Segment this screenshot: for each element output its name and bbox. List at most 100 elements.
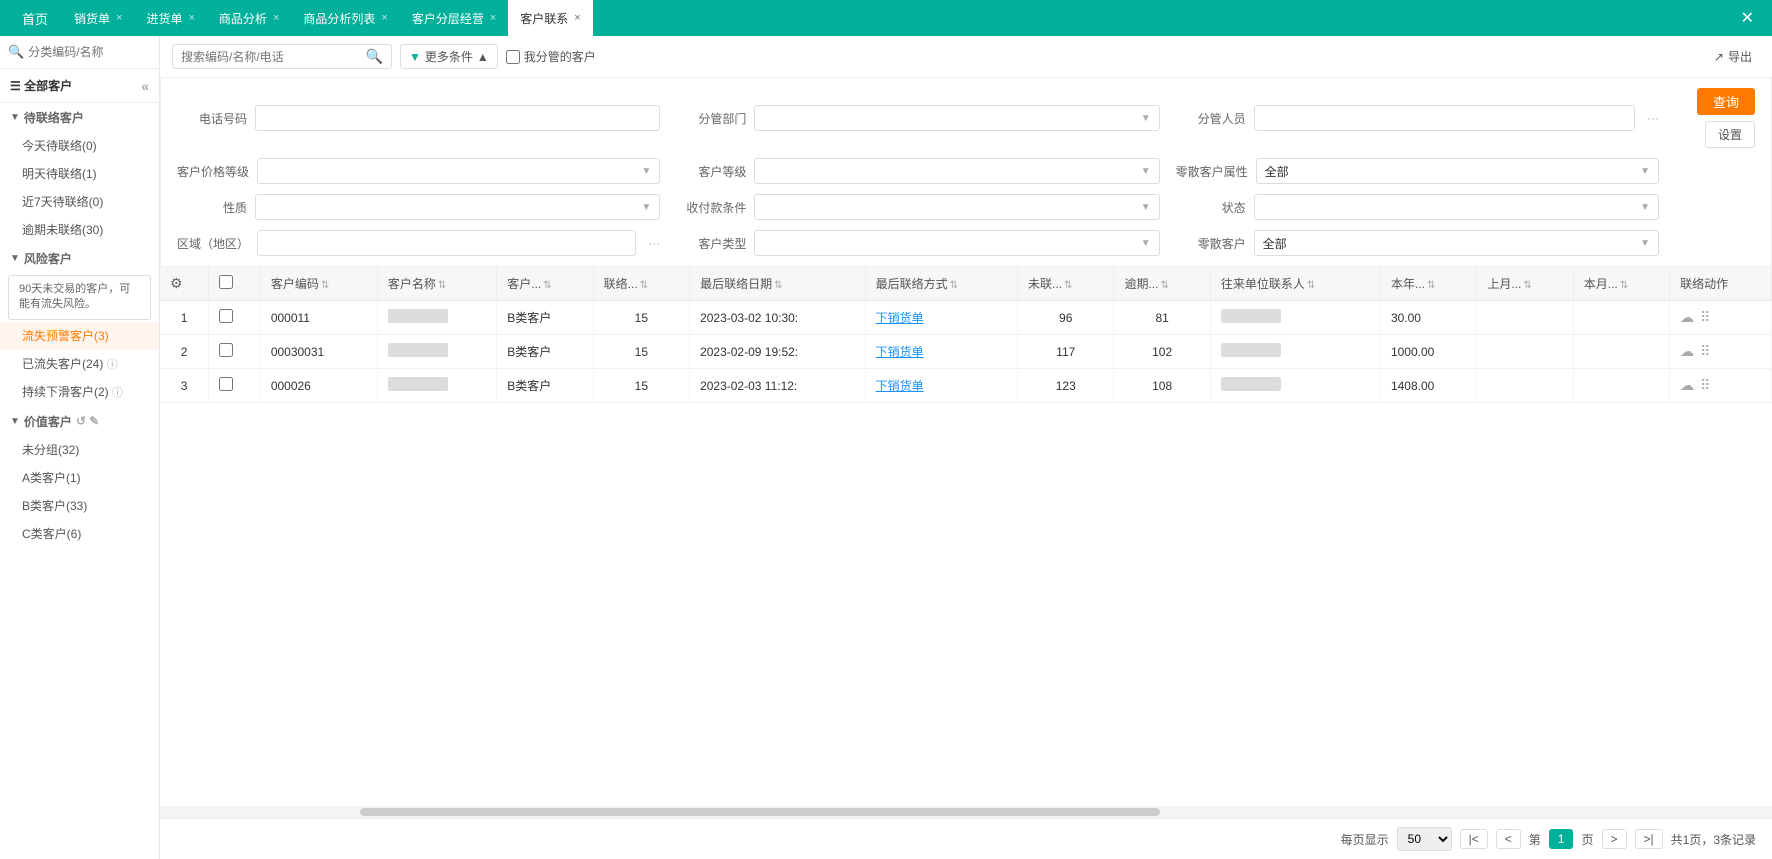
sort-icon[interactable]: ⇅ (543, 280, 551, 291)
chevron-down-icon: ▼ (1141, 113, 1151, 124)
sort-icon[interactable]: ⇅ (1427, 280, 1435, 291)
more-icon[interactable]: ··· (648, 236, 660, 250)
cell-last-method[interactable]: 下销货单 (865, 301, 1017, 335)
settings-icon[interactable]: ⚙ (170, 275, 183, 291)
close-all-button[interactable]: ✕ (1731, 8, 1764, 28)
sidebar-item-today-pending[interactable]: 今天待联络(0) (0, 132, 159, 160)
last-page-button[interactable]: >| (1635, 829, 1663, 849)
sidebar-item-declining[interactable]: 持续下滑客户(2) ⓘ (0, 378, 159, 407)
scrollbar-thumb[interactable] (360, 808, 1160, 816)
sidebar-item-tomorrow-pending[interactable]: 明天待联络(1) (0, 160, 159, 188)
sidebar-item-overdue-pending[interactable]: 逾期未联络(30) (0, 216, 159, 244)
sort-icon[interactable]: ⇅ (1620, 280, 1628, 291)
nav-home[interactable]: 首页 (8, 9, 62, 28)
filter-field-region: 区域（地区） ··· (177, 230, 660, 256)
my-customer-checkbox-area[interactable]: 我分管的客户 (506, 48, 596, 65)
settings-button[interactable]: 设置 (1705, 121, 1755, 148)
sort-icon[interactable]: ⇅ (1307, 280, 1315, 291)
query-button[interactable]: 查询 (1697, 88, 1755, 115)
nav-tab-product-analysis[interactable]: 商品分析 × (207, 0, 291, 36)
contact-action-icon[interactable]: ☁ (1680, 309, 1694, 326)
nav-tab-customer-layering[interactable]: 客户分层经营 × (400, 0, 508, 36)
current-page-button[interactable]: 1 (1549, 829, 1574, 849)
nav-tab-purchase[interactable]: 进货单 × (134, 0, 206, 36)
nav-tab-sales[interactable]: 销货单 × (62, 0, 134, 36)
th-last-method: 最后联络方式⇅ (865, 267, 1017, 301)
filter-field-scatter-customer: 零散客户 全部▼ (1176, 230, 1659, 256)
filter-scatter-customer-select[interactable]: 全部▼ (1254, 230, 1659, 256)
cell-contact-count: 15 (593, 335, 689, 369)
sidebar-all-customers[interactable]: ☰ 全部客户 « (0, 69, 159, 103)
cell-last-method[interactable]: 下销货单 (865, 369, 1017, 403)
filter-nature-select[interactable]: ▼ (255, 194, 660, 220)
filter-person-input[interactable] (1254, 105, 1635, 131)
cell-no-contact: 96 (1018, 301, 1114, 335)
sort-icon[interactable]: ⇅ (1523, 280, 1531, 291)
contact-action-icon[interactable]: ☁ (1680, 343, 1694, 360)
more-action-icon[interactable]: ⠿ (1700, 343, 1710, 360)
per-page-select[interactable]: 50 100 (1397, 827, 1452, 851)
sort-icon[interactable]: ⇅ (950, 280, 958, 291)
sort-icon[interactable]: ⇅ (774, 280, 782, 291)
row-checkbox[interactable] (219, 343, 233, 357)
filter-region-input[interactable] (257, 230, 636, 256)
contact-action-icon[interactable]: ☁ (1680, 377, 1694, 394)
filter-status-select[interactable]: ▼ (1254, 194, 1659, 220)
nav-tab-customer-contact[interactable]: 客户联系 × (508, 0, 592, 36)
prev-page-button[interactable]: < (1496, 829, 1521, 849)
close-icon: × (188, 12, 194, 24)
sort-icon[interactable]: ⇅ (640, 280, 648, 291)
filter-phone-input[interactable] (255, 105, 660, 131)
sort-icon[interactable]: ⇅ (1160, 280, 1168, 291)
horizontal-scrollbar[interactable] (160, 806, 1772, 818)
filter-dept-select[interactable]: ▼ (754, 105, 1159, 131)
filter-payment-select[interactable]: ▼ (754, 194, 1159, 220)
cell-overdue: 108 (1114, 369, 1210, 403)
filter-customer-type-select[interactable]: ▼ (754, 230, 1159, 256)
next-page-button[interactable]: > (1602, 829, 1627, 849)
cell-type: B类客户 (497, 369, 593, 403)
sidebar-item-class-a[interactable]: A类客户(1) (0, 464, 159, 492)
sidebar-section-risk[interactable]: ▼ 风险客户 (0, 244, 159, 273)
sidebar-section-pending[interactable]: ▼ 待联络客户 (0, 103, 159, 132)
cell-last-method[interactable]: 下销货单 (865, 335, 1017, 369)
filter-icon: ▼ (409, 50, 421, 64)
filter-scatter-select[interactable]: 全部▼ (1256, 158, 1659, 184)
sidebar-item-churned[interactable]: 已流失客户(24) ⓘ (0, 350, 159, 379)
first-page-button[interactable]: |< (1460, 829, 1488, 849)
sidebar-item-churn-warning[interactable]: 流失预警客户(3) (0, 322, 159, 350)
row-checkbox[interactable] (219, 309, 233, 323)
sidebar-section-value[interactable]: ▼ 价值客户 ↺ ✎ (0, 407, 159, 436)
sort-icon[interactable]: ⇅ (1064, 280, 1072, 291)
more-action-icon[interactable]: ⠿ (1700, 377, 1710, 394)
collapse-icon[interactable]: « (141, 78, 149, 94)
more-filter-button[interactable]: ▼ 更多条件 ▲ (400, 44, 498, 69)
cell-contact-person (1210, 335, 1380, 369)
sidebar-item-class-c[interactable]: C类客户(6) (0, 520, 159, 548)
cell-this-year: 30.00 (1380, 301, 1476, 335)
th-contact-person: 往来单位联系人⇅ (1210, 267, 1380, 301)
search-button[interactable]: 🔍 (366, 48, 383, 65)
chevron-down-icon: ▼ (1141, 166, 1151, 177)
th-name: 客户名称⇅ (377, 267, 496, 301)
search-input[interactable] (181, 50, 366, 64)
filter-price-select[interactable]: ▼ (257, 158, 660, 184)
select-all-checkbox[interactable] (219, 275, 233, 289)
table-footer: 每页显示 50 100 |< < 第 1 页 > >| 共1页，3条记录 (160, 818, 1772, 859)
sidebar-search-input[interactable] (28, 45, 151, 59)
row-checkbox[interactable] (219, 377, 233, 391)
table-row: 3 000026 B类客户 15 2023-02-03 11:12: 下销货单 … (160, 369, 1772, 403)
more-action-icon[interactable]: ⠿ (1700, 309, 1710, 326)
my-customer-checkbox[interactable] (506, 50, 520, 64)
sidebar-item-week-pending[interactable]: 近7天待联络(0) (0, 188, 159, 216)
export-button[interactable]: ↗ 导出 (1706, 45, 1760, 68)
data-table: ⚙ 客户编码⇅ 客户名称⇅ 客户...⇅ 联络...⇅ 最后联络日期⇅ 最后联络… (160, 267, 1772, 403)
filter-row-4: 区域（地区） ··· 客户类型 ▼ 零散客户 全部▼ (177, 230, 1755, 256)
sort-icon[interactable]: ⇅ (321, 280, 329, 291)
sidebar-item-class-b[interactable]: B类客户(33) (0, 492, 159, 520)
sort-icon[interactable]: ⇅ (438, 280, 446, 291)
filter-level-select[interactable]: ▼ (754, 158, 1159, 184)
more-icon[interactable]: ··· (1647, 111, 1659, 125)
sidebar-item-unclassified[interactable]: 未分组(32) (0, 436, 159, 464)
nav-tab-product-analysis-list[interactable]: 商品分析列表 × (291, 0, 399, 36)
